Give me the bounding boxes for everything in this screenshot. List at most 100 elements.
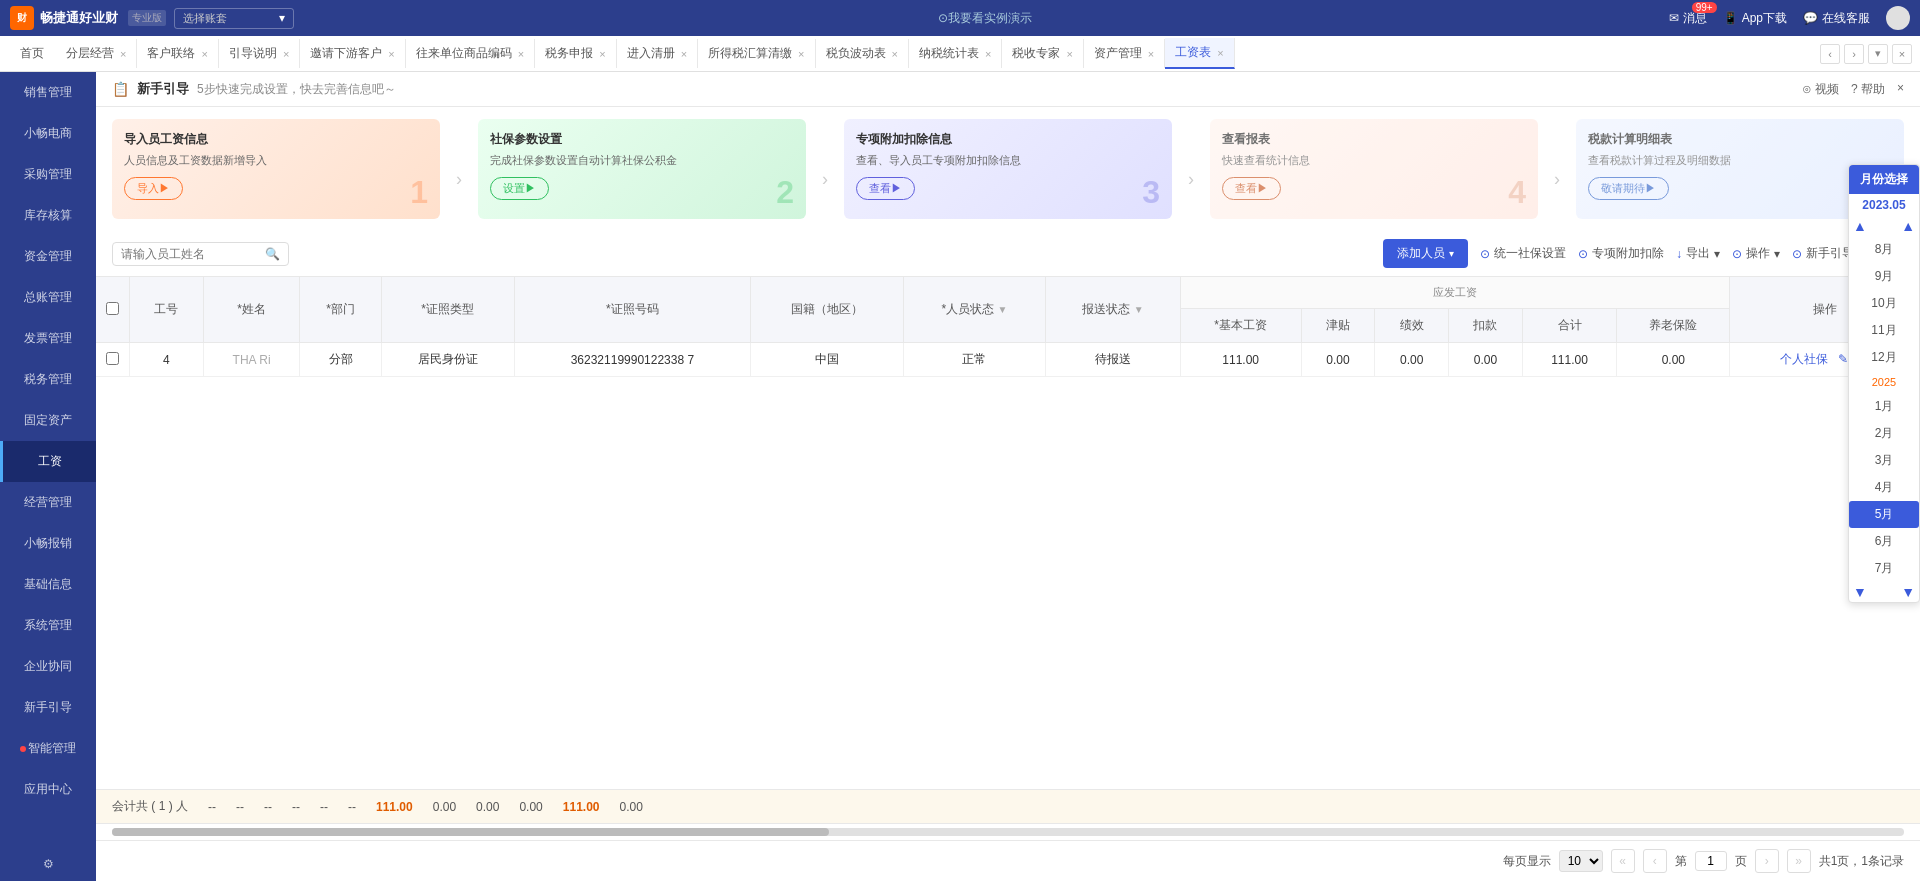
close-icon[interactable]: × — [1066, 48, 1072, 60]
online-service-btn[interactable]: 💬 在线客服 — [1803, 10, 1870, 27]
export-btn[interactable]: ↓ 导出 ▾ — [1676, 245, 1720, 262]
close-icon[interactable]: × — [599, 48, 605, 60]
close-icon[interactable]: × — [518, 48, 524, 60]
close-icon[interactable]: × — [1148, 48, 1154, 60]
op-social-btn[interactable]: 个人社保 — [1780, 352, 1828, 366]
tab-客户联络[interactable]: 客户联络 × — [137, 39, 218, 68]
tab-分层经营[interactable]: 分层经营 × — [56, 39, 137, 68]
month-item-11[interactable]: 11月 — [1849, 317, 1919, 344]
status-filter-icon[interactable]: ▼ — [997, 304, 1007, 315]
tab-进入清册[interactable]: 进入清册 × — [617, 39, 698, 68]
month-item-2[interactable]: 2月 — [1849, 420, 1919, 447]
month-nav-down-btn[interactable]: ▼ — [1853, 584, 1867, 600]
op-edit-btn[interactable]: ✎ — [1838, 352, 1848, 366]
close-icon[interactable]: × — [892, 48, 898, 60]
month-item-9[interactable]: 9月 — [1849, 263, 1919, 290]
month-item-4[interactable]: 4月 — [1849, 474, 1919, 501]
month-nav-down2-btn[interactable]: ▼ — [1901, 584, 1915, 600]
sidebar-item-工资[interactable]: 工资 — [0, 441, 96, 482]
close-icon[interactable]: × — [681, 48, 687, 60]
tab-往来单位商品编码[interactable]: 往来单位商品编码 × — [406, 39, 535, 68]
select-all-checkbox[interactable] — [106, 302, 119, 315]
sidebar-item-基础信息[interactable]: 基础信息 — [0, 564, 96, 605]
sidebar-item-经营管理[interactable]: 经营管理 — [0, 482, 96, 523]
last-page-btn[interactable]: » — [1787, 849, 1811, 873]
guide-video-btn[interactable]: ⊙ 视频 — [1802, 81, 1839, 98]
tab-税负波动表[interactable]: 税负波动表 × — [816, 39, 909, 68]
step-2-btn[interactable]: 设置▶ — [490, 177, 549, 200]
row-checkbox[interactable] — [106, 352, 119, 365]
tab-home[interactable]: 首页 — [8, 39, 56, 68]
step-1-btn[interactable]: 导入▶ — [124, 177, 183, 200]
app-download-btn[interactable]: 📱 App下载 — [1723, 10, 1787, 27]
tab-邀请下游客户[interactable]: 邀请下游客户 × — [300, 39, 405, 68]
tab-税务申报[interactable]: 税务申报 × — [535, 39, 616, 68]
close-icon[interactable]: × — [283, 48, 289, 60]
month-nav-up2-btn[interactable]: ▲ — [1901, 218, 1915, 234]
step-3-btn[interactable]: 查看▶ — [856, 177, 915, 200]
sidebar-item-小畅电商[interactable]: 小畅电商 — [0, 113, 96, 154]
month-item-8[interactable]: 8月 — [1849, 236, 1919, 263]
search-input[interactable] — [121, 247, 261, 261]
prev-page-btn[interactable]: ‹ — [1643, 849, 1667, 873]
social-settings-btn[interactable]: ⊙ 统一社保设置 — [1480, 245, 1566, 262]
user-avatar[interactable] — [1886, 6, 1910, 30]
sidebar-item-固定资产[interactable]: 固定资产 — [0, 400, 96, 441]
demo-btn[interactable]: ⊙ 我要看实例演示 — [302, 10, 1669, 27]
close-icon[interactable]: × — [388, 48, 394, 60]
month-item-5[interactable]: 5月 — [1849, 501, 1919, 528]
sidebar-item-企业协同[interactable]: 企业协同 — [0, 646, 96, 687]
scroll-thumb[interactable] — [112, 828, 829, 836]
sidebar-item-销售管理[interactable]: 销售管理 — [0, 72, 96, 113]
sidebar-item-新手引导[interactable]: 新手引导 — [0, 687, 96, 728]
step-5-btn[interactable]: 敬请期待▶ — [1588, 177, 1669, 200]
month-item-12[interactable]: 12月 — [1849, 344, 1919, 371]
month-item-6[interactable]: 6月 — [1849, 528, 1919, 555]
tab-纳税统计表[interactable]: 纳税统计表 × — [909, 39, 1002, 68]
tab-所得税汇算清缴[interactable]: 所得税汇算清缴 × — [698, 39, 815, 68]
tab-工资表[interactable]: 工资表 × — [1165, 38, 1234, 69]
month-item-10[interactable]: 10月 — [1849, 290, 1919, 317]
sidebar-item-总账管理[interactable]: 总账管理 — [0, 277, 96, 318]
sidebar-item-智能管理[interactable]: 智能管理 — [0, 728, 96, 769]
sidebar-item-发票管理[interactable]: 发票管理 — [0, 318, 96, 359]
tab-prev-btn[interactable]: ‹ — [1820, 44, 1840, 64]
tab-menu-btn[interactable]: ▾ — [1868, 44, 1888, 64]
tab-close-all-btn[interactable]: × — [1892, 44, 1912, 64]
search-icon[interactable]: 🔍 — [265, 247, 280, 261]
sidebar-item-小畅报销[interactable]: 小畅报销 — [0, 523, 96, 564]
sidebar-item-采购管理[interactable]: 采购管理 — [0, 154, 96, 195]
tab-资产管理[interactable]: 资产管理 × — [1084, 39, 1165, 68]
guide-btn[interactable]: ⊙ 新手引导 — [1792, 245, 1854, 262]
guide-close-btn[interactable]: × — [1897, 81, 1904, 98]
sidebar-item-库存核算[interactable]: 库存核算 — [0, 195, 96, 236]
month-item-1[interactable]: 1月 — [1849, 393, 1919, 420]
month-item-7[interactable]: 7月 — [1849, 555, 1919, 582]
page-size-select[interactable]: 10 20 50 — [1559, 850, 1603, 872]
sidebar-settings[interactable]: ⚙ — [0, 847, 96, 881]
tab-税收专家[interactable]: 税收专家 × — [1002, 39, 1083, 68]
add-person-btn[interactable]: 添加人员 ▾ — [1383, 239, 1468, 268]
close-icon[interactable]: × — [798, 48, 804, 60]
close-icon[interactable]: × — [201, 48, 207, 60]
close-icon[interactable]: × — [1217, 47, 1223, 59]
next-page-btn[interactable]: › — [1755, 849, 1779, 873]
sidebar-item-税务管理[interactable]: 税务管理 — [0, 359, 96, 400]
month-item-3[interactable]: 3月 — [1849, 447, 1919, 474]
sidebar-item-应用中心[interactable]: 应用中心 — [0, 769, 96, 810]
sidebar-item-资金管理[interactable]: 资金管理 — [0, 236, 96, 277]
step-4-btn[interactable]: 查看▶ — [1222, 177, 1281, 200]
close-icon[interactable]: × — [120, 48, 126, 60]
tab-next-btn[interactable]: › — [1844, 44, 1864, 64]
sidebar-item-系统管理[interactable]: 系统管理 — [0, 605, 96, 646]
horizontal-scrollbar[interactable] — [112, 828, 1904, 836]
company-dropdown[interactable]: 选择账套 ▾ — [174, 8, 294, 29]
month-nav-up-btn[interactable]: ▲ — [1853, 218, 1867, 234]
page-input[interactable] — [1695, 851, 1727, 871]
tab-引导说明[interactable]: 引导说明 × — [219, 39, 300, 68]
message-btn[interactable]: ✉ 消息 99+ — [1669, 10, 1707, 27]
special-deduction-btn[interactable]: ⊙ 专项附加扣除 — [1578, 245, 1664, 262]
operations-btn[interactable]: ⊙ 操作 ▾ — [1732, 245, 1780, 262]
first-page-btn[interactable]: « — [1611, 849, 1635, 873]
send-status-filter-icon[interactable]: ▼ — [1134, 304, 1144, 315]
